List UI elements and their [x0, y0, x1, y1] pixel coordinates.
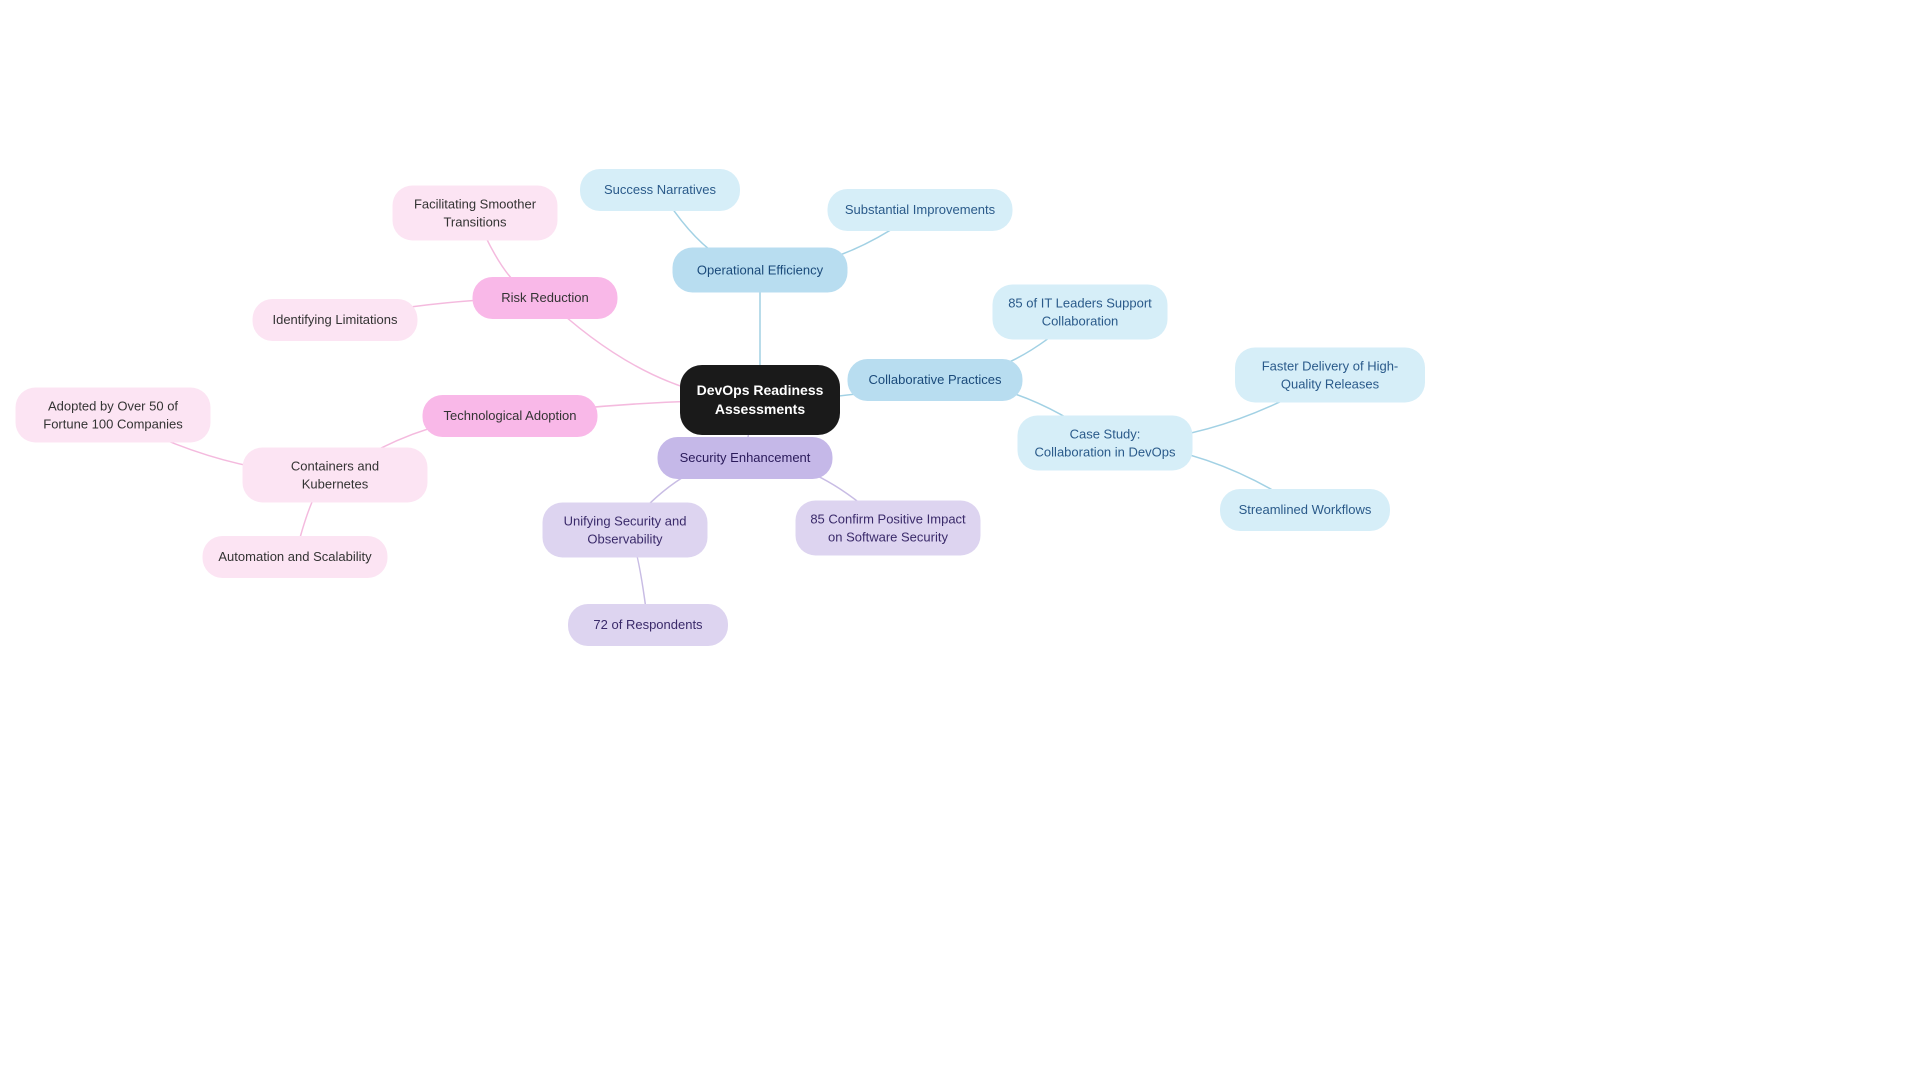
streamlined-workflows-node[interactable]: Streamlined Workflows [1220, 489, 1390, 531]
success-narratives-node[interactable]: Success Narratives [580, 169, 740, 211]
containers-kubernetes-node[interactable]: Containers and Kubernetes [243, 447, 428, 502]
technological-adoption-node[interactable]: Technological Adoption [423, 395, 598, 437]
72-respondents-node[interactable]: 72 of Respondents [568, 604, 728, 646]
unifying-security-node[interactable]: Unifying Security and Observability [543, 502, 708, 557]
center-node[interactable]: DevOps Readiness Assessments [680, 365, 840, 435]
operational-efficiency-node[interactable]: Operational Efficiency [673, 248, 848, 293]
confirm-positive-node[interactable]: 85 Confirm Positive Impact on Software S… [796, 500, 981, 555]
security-enhancement-node[interactable]: Security Enhancement [658, 437, 833, 479]
collaborative-practices-node[interactable]: Collaborative Practices [848, 359, 1023, 401]
faster-delivery-node[interactable]: Faster Delivery of High-Quality Releases [1235, 347, 1425, 402]
case-study-node[interactable]: Case Study: Collaboration in DevOps [1018, 415, 1193, 470]
risk-reduction-node[interactable]: Risk Reduction [473, 277, 618, 319]
substantial-improvements-node[interactable]: Substantial Improvements [828, 189, 1013, 231]
facilitating-smoother-node[interactable]: Facilitating Smoother Transitions [393, 185, 558, 240]
identifying-limitations-node[interactable]: Identifying Limitations [253, 299, 418, 341]
adopted-fortune-node[interactable]: Adopted by Over 50 of Fortune 100 Compan… [16, 387, 211, 442]
85-it-leaders-node[interactable]: 85 of IT Leaders Support Collaboration [993, 284, 1168, 339]
mindmap-container: DevOps Readiness Assessments Operational … [0, 0, 1920, 1083]
automation-scalability-node[interactable]: Automation and Scalability [203, 536, 388, 578]
